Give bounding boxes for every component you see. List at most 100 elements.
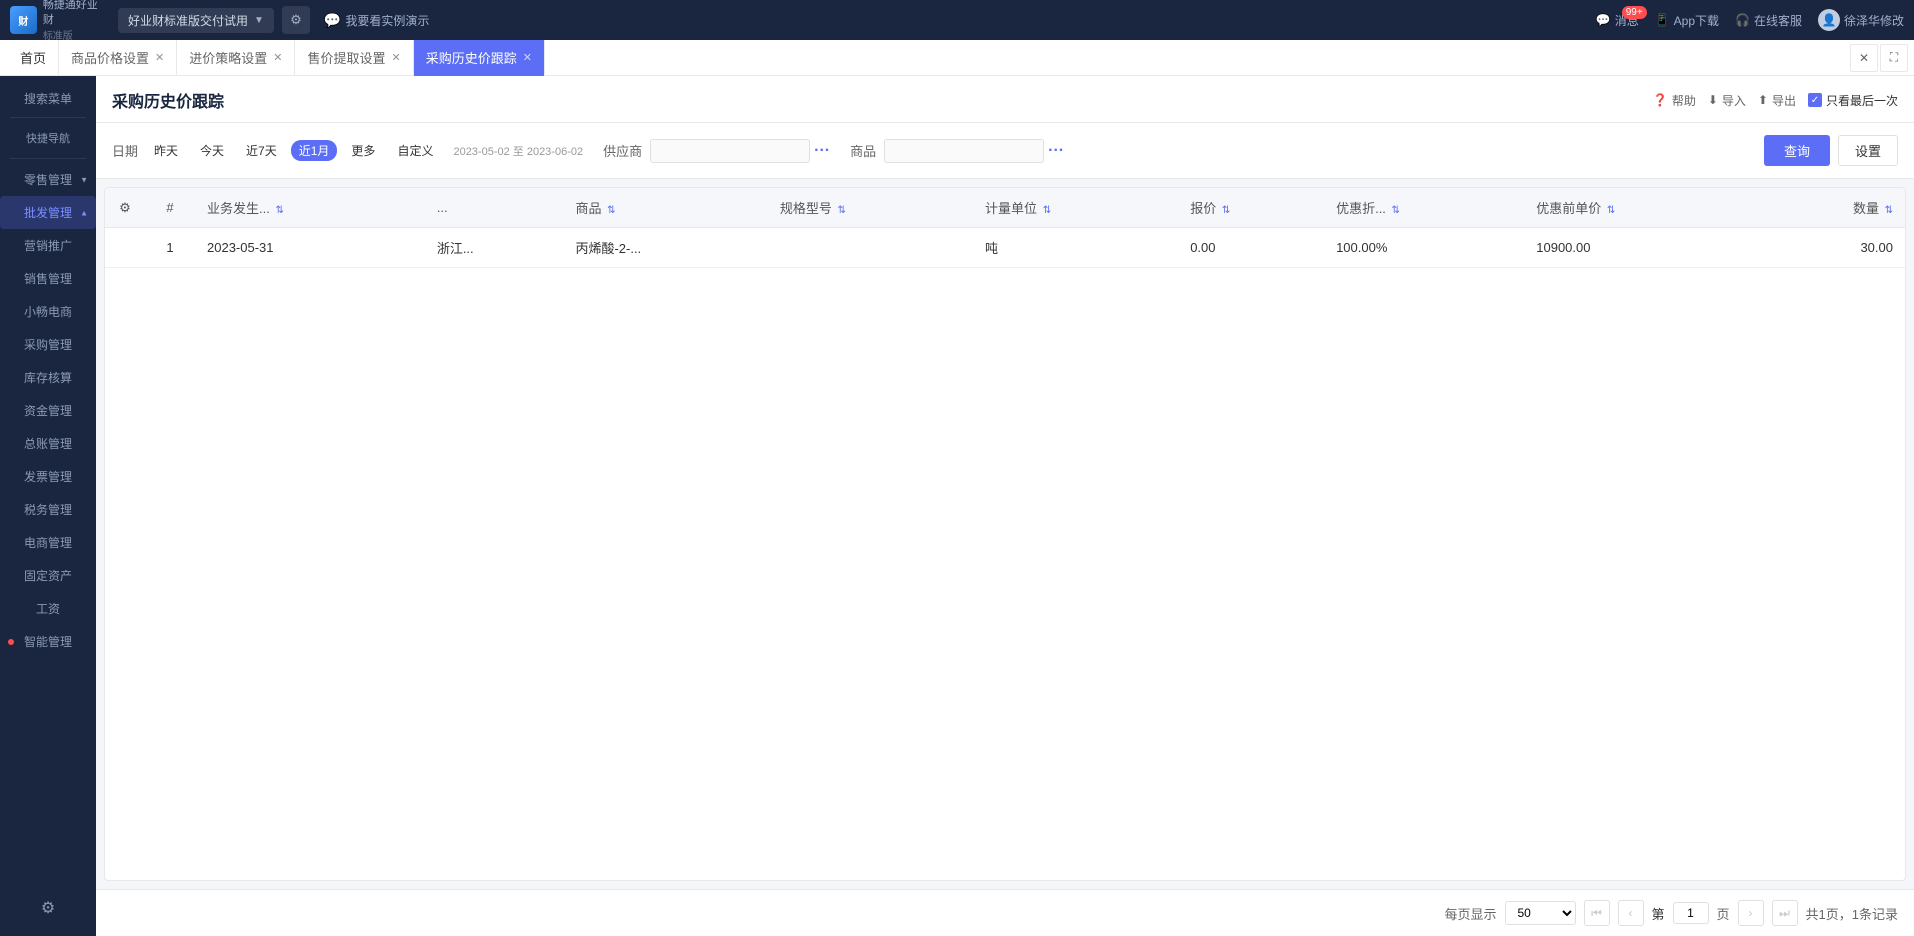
import-icon: ⬇ <box>1708 93 1718 107</box>
row-date: 2023-05-31 <box>195 228 425 268</box>
sidebar-item-sales[interactable]: 销售管理 <box>0 262 96 295</box>
tab-purchase-strategy[interactable]: 进价策略设置 ✕ <box>177 40 295 76</box>
sidebar-item-marketing[interactable]: 营销推广 <box>0 229 96 262</box>
tab-price-extract[interactable]: 售价提取设置 ✕ <box>295 40 413 76</box>
sidebar-item-ecommerce[interactable]: 电商管理 <box>0 526 96 559</box>
goods-input[interactable] <box>884 139 1044 163</box>
sidebar-item-payroll[interactable]: 工资 <box>0 592 96 625</box>
per-page-select[interactable]: 50 20 100 <box>1505 901 1576 925</box>
col-date[interactable]: 业务发生... ⇅ <box>195 188 425 228</box>
sidebar-item-smart[interactable]: 智能管理 <box>0 625 96 658</box>
logo-icon: 财 <box>10 6 37 34</box>
col-discount[interactable]: 优惠折... ⇅ <box>1324 188 1524 228</box>
filter-area: 日期 昨天 今天 近7天 近1月 更多 自定义 2023-05-02 至 202… <box>96 123 1914 179</box>
divider <box>10 117 87 118</box>
close-tab-button[interactable]: ✕ <box>1850 44 1878 72</box>
sidebar-item-invoice[interactable]: 发票管理 <box>0 460 96 493</box>
next-page-button[interactable]: › <box>1738 900 1764 926</box>
tab-purchase-history[interactable]: 采购历史价跟踪 ✕ <box>414 40 545 76</box>
export-button[interactable]: ⬆ 导出 <box>1758 92 1796 109</box>
action-buttons: 查询 设置 <box>1764 135 1898 166</box>
page-input[interactable] <box>1673 902 1709 924</box>
date-filter-group: 日期 昨天 今天 近7天 近1月 更多 自定义 2023-05-02 至 202… <box>112 140 583 161</box>
table-header-row: ⚙ # 业务发生... ⇅ ... 商品 ⇅ <box>105 188 1905 228</box>
user-profile[interactable]: 👤 徐泽华修改 <box>1818 9 1904 31</box>
data-table: ⚙ # 业务发生... ⇅ ... 商品 ⇅ <box>105 188 1905 268</box>
supplier-more-button[interactable]: ··· <box>814 142 830 160</box>
goods-more-button[interactable]: ··· <box>1048 142 1064 160</box>
content-area: 采购历史价跟踪 ❓ 帮助 ⬇ 导入 ⬆ 导出 ✓ <box>96 76 1914 936</box>
col-dots[interactable]: ... <box>425 188 564 228</box>
sidebar-search[interactable]: 搜索菜单 <box>0 84 96 113</box>
col-ori-price[interactable]: 优惠前单价 ⇅ <box>1524 188 1759 228</box>
sidebar-item-ecommerce-mini[interactable]: 小畅电商 <box>0 295 96 328</box>
supplier-filter-group: 供应商 ··· <box>603 139 830 163</box>
first-page-button[interactable]: ⏮ <box>1584 900 1610 926</box>
product-selector[interactable]: 好业财标准版交付试用 ▼ <box>118 8 274 33</box>
sidebar-item-fixed-assets[interactable]: 固定资产 <box>0 559 96 592</box>
supplier-input[interactable] <box>650 139 810 163</box>
page-header: 采购历史价跟踪 ❓ 帮助 ⬇ 导入 ⬆ 导出 ✓ <box>96 76 1914 123</box>
sidebar-item-purchase[interactable]: 采购管理 <box>0 328 96 361</box>
col-gear[interactable]: ⚙ <box>105 188 145 228</box>
online-service-button[interactable]: 🎧 在线客服 <box>1735 12 1802 29</box>
logo-text: 畅捷通好业财 标准版 <box>43 0 106 42</box>
message-button[interactable]: 💬 消息 99+ <box>1596 12 1639 29</box>
settings-button[interactable]: ⚙ <box>282 6 310 34</box>
close-icon[interactable]: ✕ <box>523 51 532 64</box>
sort-icon: ⇅ <box>1392 205 1400 216</box>
col-qty[interactable]: 数量 ⇅ <box>1759 188 1905 228</box>
goods-label: 商品 <box>850 141 876 160</box>
sidebar-item-inventory[interactable]: 库存核算 <box>0 361 96 394</box>
export-icon: ⬆ <box>1758 93 1768 107</box>
expand-tab-button[interactable]: ⛶ <box>1880 44 1908 72</box>
demo-button[interactable]: 💬 我要看实例演示 <box>324 12 429 29</box>
sidebar-item-retail[interactable]: 零售管理 <box>0 163 96 196</box>
supplier-label: 供应商 <box>603 141 642 160</box>
row-qty: 30.00 <box>1759 228 1905 268</box>
help-button[interactable]: ❓ 帮助 <box>1653 92 1696 109</box>
sidebar-item-finance[interactable]: 资金管理 <box>0 394 96 427</box>
page-label-post: 页 <box>1717 904 1730 923</box>
col-spec[interactable]: 规格型号 ⇅ <box>768 188 973 228</box>
date-more[interactable]: 更多 <box>343 140 383 161</box>
col-goods[interactable]: 商品 ⇅ <box>563 188 767 228</box>
per-page-label: 每页显示 <box>1444 904 1496 923</box>
prev-page-button[interactable]: ‹ <box>1618 900 1644 926</box>
date-7days[interactable]: 近7天 <box>238 140 285 161</box>
sidebar-settings-button[interactable]: ⚙ <box>41 888 55 928</box>
sidebar-item-tax[interactable]: 税务管理 <box>0 493 96 526</box>
col-num: # <box>145 188 195 228</box>
date-today[interactable]: 今天 <box>192 140 232 161</box>
sort-icon: ⇅ <box>838 205 846 216</box>
row-gear[interactable] <box>105 228 145 268</box>
sort-icon: ⇅ <box>1222 205 1230 216</box>
last-page-button[interactable]: ⏭ <box>1772 900 1798 926</box>
close-icon[interactable]: ✕ <box>273 51 282 64</box>
table-container: ⚙ # 业务发生... ⇅ ... 商品 ⇅ <box>104 187 1906 881</box>
close-icon[interactable]: ✕ <box>392 51 401 64</box>
col-price[interactable]: 报价 ⇅ <box>1178 188 1324 228</box>
sidebar-item-wholesale[interactable]: 批发管理 <box>0 196 96 229</box>
import-button[interactable]: ⬇ 导入 <box>1708 92 1746 109</box>
page-label-pre: 第 <box>1652 904 1665 923</box>
setting-button[interactable]: 设置 <box>1838 135 1898 166</box>
row-unit: 吨 <box>973 228 1178 268</box>
date-1month[interactable]: 近1月 <box>291 140 338 161</box>
supplier-input-group: ··· <box>650 139 830 163</box>
row-price: 0.00 <box>1178 228 1324 268</box>
tab-goods-price[interactable]: 商品价格设置 ✕ <box>59 40 177 76</box>
app-download-button[interactable]: 📱 App下载 <box>1655 12 1719 29</box>
tab-home[interactable]: 首页 <box>8 40 59 76</box>
date-custom[interactable]: 自定义 <box>389 140 441 161</box>
pagination: 每页显示 50 20 100 ⏮ ‹ 第 页 › ⏭ 共1页，1条记录 <box>96 889 1914 936</box>
only-last-checkbox[interactable]: ✓ 只看最后一次 <box>1808 92 1898 109</box>
query-button[interactable]: 查询 <box>1764 135 1830 166</box>
col-unit[interactable]: 计量单位 ⇅ <box>973 188 1178 228</box>
sidebar-item-ledger[interactable]: 总账管理 <box>0 427 96 460</box>
sidebar-item-quick-nav[interactable]: 快捷导航 <box>0 122 96 154</box>
close-icon[interactable]: ✕ <box>155 51 164 64</box>
page-title: 采购历史价跟踪 <box>112 88 224 112</box>
notification-dot <box>8 639 14 645</box>
date-yesterday[interactable]: 昨天 <box>146 140 186 161</box>
